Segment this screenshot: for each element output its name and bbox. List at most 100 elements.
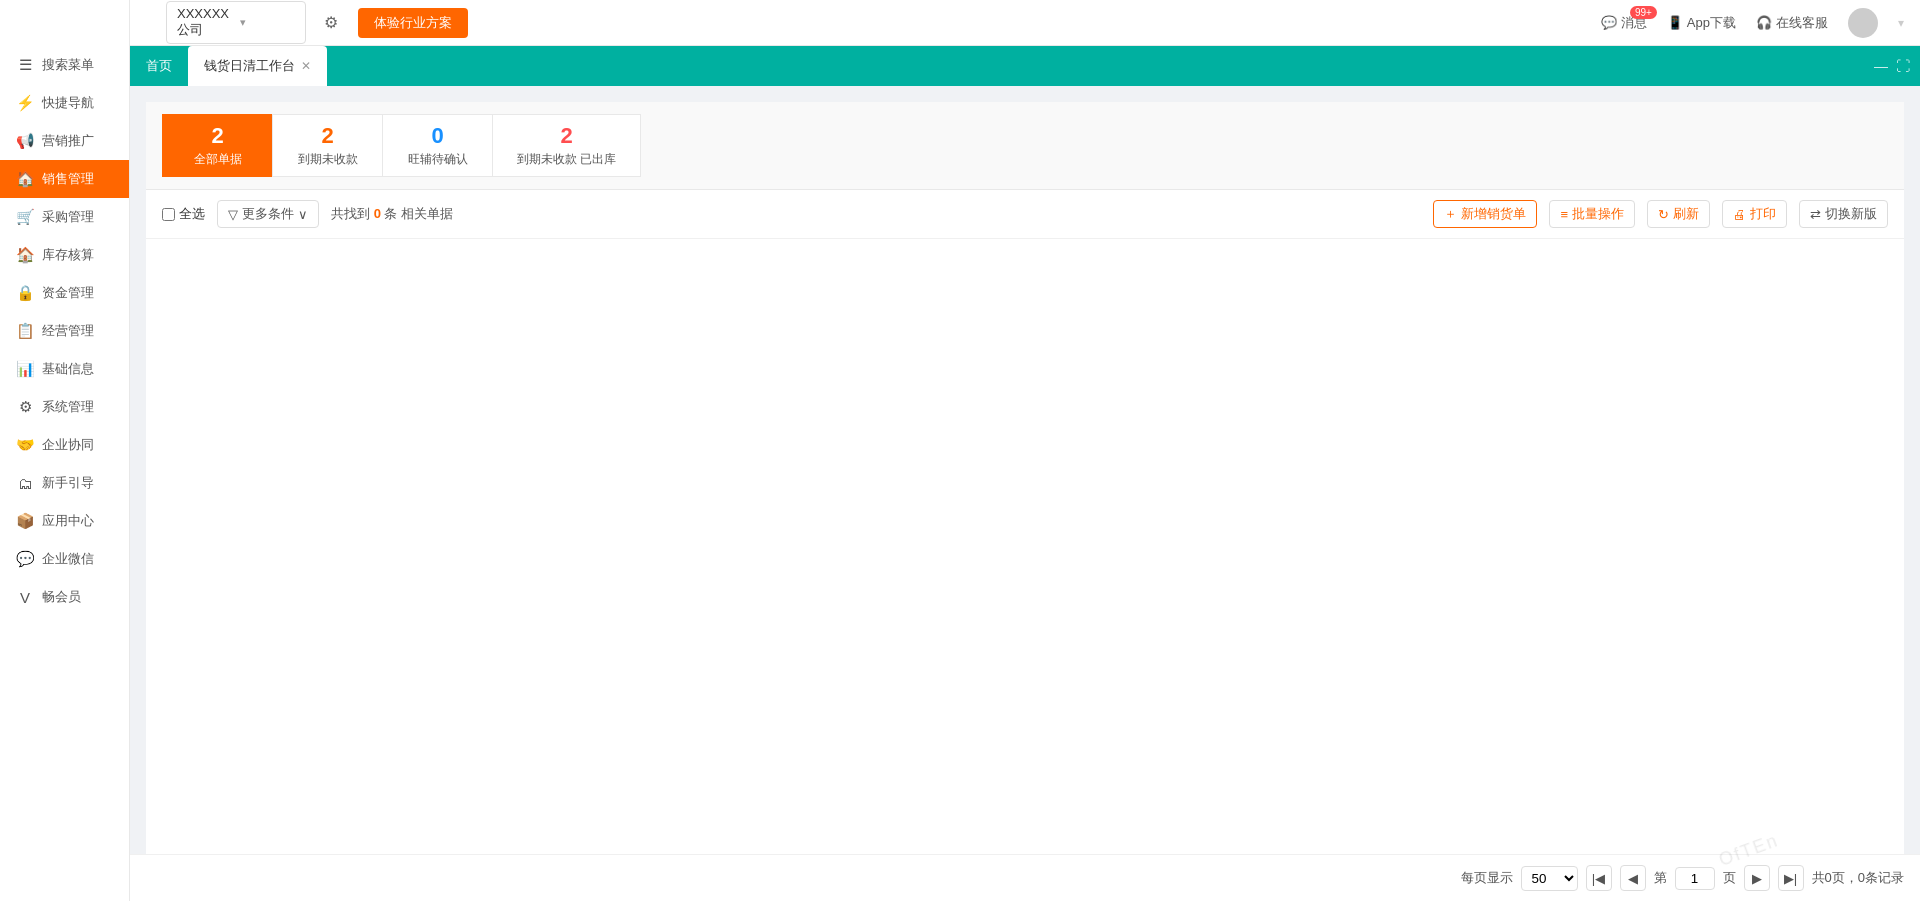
- prev-page-button[interactable]: ◀: [1620, 865, 1646, 891]
- stat-tab-wangwang[interactable]: 0 旺辅待确认: [382, 114, 492, 177]
- sidebar-item-guide[interactable]: 🗂 新手引导: [0, 464, 129, 502]
- trial-button[interactable]: 体验行业方案: [358, 8, 468, 38]
- sidebar-label: 资金管理: [42, 284, 94, 302]
- sidebar-item-app-center[interactable]: 📦 应用中心: [0, 502, 129, 540]
- minimize-icon[interactable]: —: [1874, 58, 1888, 74]
- refresh-icon: ↻: [1658, 207, 1669, 222]
- guide-icon: 🗂: [16, 475, 34, 492]
- add-sale-button[interactable]: ＋ 新增销货单: [1433, 200, 1537, 228]
- sidebar-item-cooperation[interactable]: 🤝 企业协同: [0, 426, 129, 464]
- main-content: 2 全部单据 2 到期未收款 0 旺辅待确认 2 到期未收款 已出库 全选: [130, 86, 1920, 901]
- sidebar-item-marketing[interactable]: 📢 营销推广: [0, 122, 129, 160]
- nav-tabs: 首页 钱货日清工作台 ✕ — ⛶: [130, 46, 1920, 86]
- settings-icon[interactable]: ⚙: [316, 8, 346, 38]
- next-page-button[interactable]: ▶: [1744, 865, 1770, 891]
- toolbar-left: 全选 ▽ 更多条件 ∨ 共找到 0 条 相关单据: [162, 200, 1421, 228]
- sidebar-label: 系统管理: [42, 398, 94, 416]
- app-download-label: App下载: [1687, 14, 1736, 32]
- last-page-button[interactable]: ▶|: [1778, 865, 1804, 891]
- filter-button[interactable]: ▽ 更多条件 ∨: [217, 200, 319, 228]
- stat-overdue-label: 到期未收款: [298, 151, 358, 168]
- purchase-icon: 🛒: [16, 208, 34, 226]
- sidebar-label: 搜索菜单: [42, 56, 94, 74]
- sidebar-item-purchase[interactable]: 🛒 采购管理: [0, 198, 129, 236]
- page-size-label: 每页显示: [1461, 869, 1513, 887]
- nav-tab-actions: — ⛶: [1874, 58, 1920, 74]
- first-page-button[interactable]: |◀: [1586, 865, 1612, 891]
- sidebar-item-sales[interactable]: 🏠 销售管理: [0, 160, 129, 198]
- sidebar-label: 经营管理: [42, 322, 94, 340]
- close-tab-icon[interactable]: ✕: [301, 59, 311, 73]
- expand-icon[interactable]: ⛶: [1896, 58, 1910, 74]
- sidebar-item-weixin[interactable]: 💬 企业微信: [0, 540, 129, 578]
- sidebar-item-system[interactable]: ⚙ 系统管理: [0, 388, 129, 426]
- sidebar-label: 基础信息: [42, 360, 94, 378]
- topbar: 6 畅捷通好生意 标准版 XXXXXX公司 ▾ ⚙ 体验行业方案 💬 消息 99…: [0, 0, 1920, 46]
- sidebar-label: 库存核算: [42, 246, 94, 264]
- stat-all-num: 2: [211, 123, 223, 149]
- avatar[interactable]: [1848, 8, 1878, 38]
- page-size-select[interactable]: 50 100 200: [1521, 866, 1578, 891]
- service-icon: 🎧: [1756, 15, 1772, 30]
- message-btn[interactable]: 💬 消息 99+: [1601, 14, 1647, 32]
- select-all-checkbox[interactable]: 全选: [162, 205, 205, 223]
- print-label: 打印: [1750, 205, 1776, 223]
- topbar-right: 💬 消息 99+ 📱 App下载 🎧 在线客服 ▾: [1601, 8, 1904, 38]
- sidebar: ☰ 搜索菜单 ⚡ 快捷导航 📢 营销推广 🏠 销售管理 🛒 采购管理 🏠 库存核…: [0, 0, 130, 901]
- chevron-down-icon: ▾: [240, 16, 295, 29]
- content-area: 2 全部单据 2 到期未收款 0 旺辅待确认 2 到期未收款 已出库 全选: [146, 102, 1904, 883]
- stat-wangwang-num: 0: [431, 123, 443, 149]
- sidebar-label: 新手引导: [42, 474, 94, 492]
- sidebar-item-operations[interactable]: 📋 经营管理: [0, 312, 129, 350]
- stat-tab-overdue-shipped[interactable]: 2 到期未收款 已出库: [492, 114, 641, 177]
- chevron-down-icon: ∨: [298, 207, 308, 222]
- search-icon: ☰: [16, 56, 34, 74]
- stat-tabs: 2 全部单据 2 到期未收款 0 旺辅待确认 2 到期未收款 已出库: [146, 102, 1904, 190]
- select-all-input[interactable]: [162, 208, 175, 221]
- tab-workbench-label: 钱货日清工作台: [204, 57, 295, 75]
- sidebar-item-finance[interactable]: 🔒 资金管理: [0, 274, 129, 312]
- batch-button[interactable]: ≡ 批量操作: [1549, 200, 1635, 228]
- sidebar-item-quick-nav[interactable]: ⚡ 快捷导航: [0, 84, 129, 122]
- company-name: XXXXXX公司: [177, 6, 232, 39]
- sidebar-item-inventory[interactable]: 🏠 库存核算: [0, 236, 129, 274]
- weixin-icon: 💬: [16, 550, 34, 568]
- message-icon: 💬: [1601, 15, 1617, 30]
- sidebar-label: 企业微信: [42, 550, 94, 568]
- sidebar-item-search-menu[interactable]: ☰ 搜索菜单: [0, 46, 129, 84]
- tab-home[interactable]: 首页: [130, 46, 188, 86]
- sidebar-label: 企业协同: [42, 436, 94, 454]
- sidebar-label: 快捷导航: [42, 94, 94, 112]
- select-all-label: 全选: [179, 205, 205, 223]
- operations-icon: 📋: [16, 322, 34, 340]
- filter-label: 更多条件: [242, 205, 294, 223]
- app-download-btn[interactable]: 📱 App下载: [1667, 14, 1736, 32]
- pagination: 每页显示 50 100 200 |◀ ◀ 第 页 ▶ ▶| 共0页，0条记录: [130, 854, 1920, 901]
- download-icon: 📱: [1667, 15, 1683, 30]
- switch-new-button[interactable]: ⇄ 切换新版: [1799, 200, 1888, 228]
- stat-overdue-shipped-label: 到期未收款 已出库: [517, 151, 616, 168]
- print-button[interactable]: 🖨 打印: [1722, 200, 1787, 228]
- add-icon: ＋: [1444, 205, 1457, 223]
- add-sale-label: 新增销货单: [1461, 205, 1526, 223]
- home-icon: 🏠: [16, 170, 34, 188]
- tab-home-label: 首页: [146, 57, 172, 75]
- online-service-btn[interactable]: 🎧 在线客服: [1756, 14, 1828, 32]
- tab-workbench[interactable]: 钱货日清工作台 ✕: [188, 46, 327, 86]
- user-name[interactable]: ▾: [1898, 16, 1904, 30]
- page-input[interactable]: [1675, 867, 1715, 890]
- refresh-button[interactable]: ↻ 刷新: [1647, 200, 1710, 228]
- sidebar-item-member[interactable]: V 畅会员: [0, 578, 129, 616]
- toolbar-right: ＋ 新增销货单 ≡ 批量操作 ↻ 刷新 🖨 打印 ⇄ 切换新版: [1433, 200, 1888, 228]
- company-selector[interactable]: XXXXXX公司 ▾: [166, 1, 306, 44]
- sidebar-item-basic-info[interactable]: 📊 基础信息: [0, 350, 129, 388]
- stat-tab-overdue[interactable]: 2 到期未收款: [272, 114, 382, 177]
- stat-wangwang-label: 旺辅待确认: [408, 151, 468, 168]
- stat-tab-all[interactable]: 2 全部单据: [162, 114, 272, 177]
- batch-label: 批量操作: [1572, 205, 1624, 223]
- print-icon: 🖨: [1733, 207, 1746, 222]
- found-text: 共找到 0 条 相关单据: [331, 205, 453, 223]
- total-text: 共0页，0条记录: [1812, 869, 1904, 887]
- lightning-icon: ⚡: [16, 94, 34, 112]
- switch-icon: ⇄: [1810, 207, 1821, 222]
